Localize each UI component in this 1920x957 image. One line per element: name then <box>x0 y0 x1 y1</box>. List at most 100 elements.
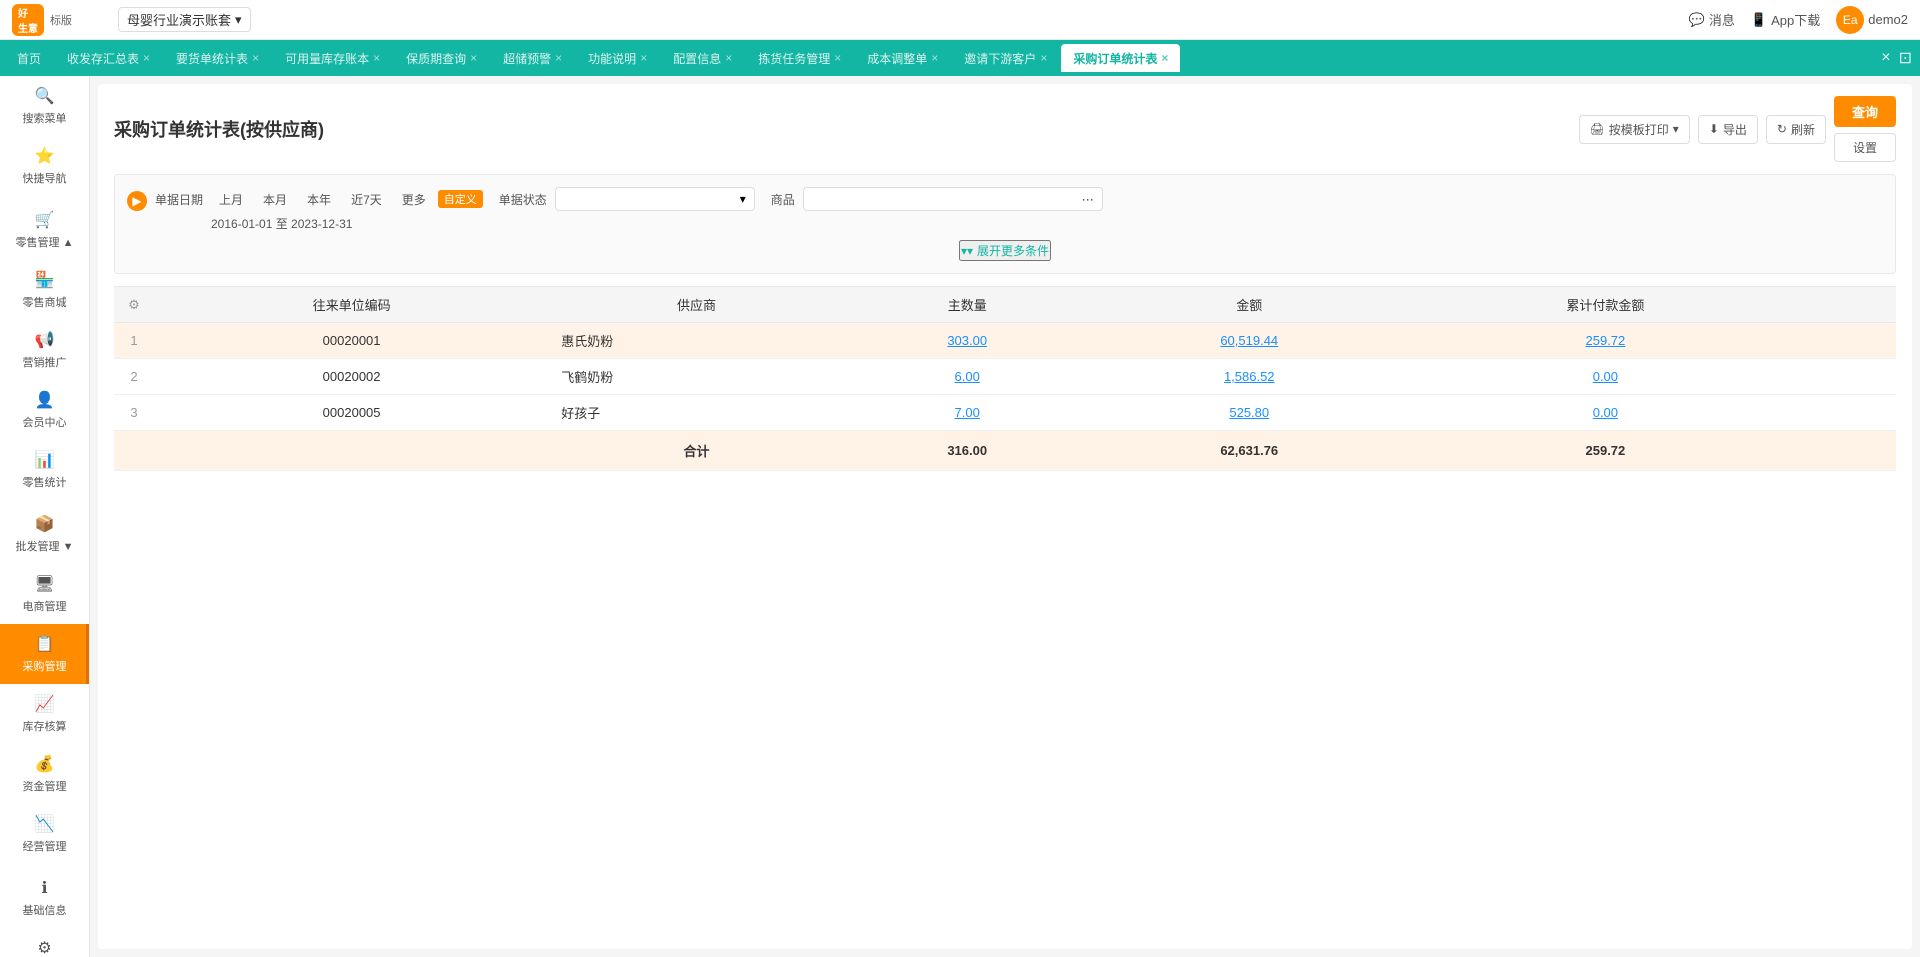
tab-invite-downstream[interactable]: 邀请下游客户 × <box>952 44 1059 72</box>
tab-pick-task[interactable]: 拣货任务管理 × <box>746 44 853 72</box>
retail-mgmt-icon: 🛒 <box>35 210 55 230</box>
table-body: 1 00020001 惠氏奶粉 303.00 60,519.44 259.72 … <box>114 323 1896 431</box>
sidebar-fund-mgmt-label: 资金管理 <box>23 778 67 794</box>
query-button[interactable]: 查询 <box>1834 96 1896 127</box>
tab-cost-adjust-close[interactable]: × <box>931 51 938 65</box>
status-select[interactable]: ▾ <box>555 187 755 211</box>
tab-config-info[interactable]: 配置信息 × <box>661 44 744 72</box>
row-paid[interactable]: 0.00 <box>1408 395 1803 431</box>
tab-invite-downstream-close[interactable]: × <box>1040 51 1047 65</box>
export-label: 导出 <box>1723 121 1747 138</box>
tab-function-desc-close[interactable]: × <box>640 51 647 65</box>
tab-purchase-summary-close[interactable]: × <box>1161 51 1168 65</box>
goods-input[interactable]: ··· <box>803 187 1103 211</box>
tab-maximize-button[interactable]: ⊡ <box>1899 48 1912 68</box>
footer-amount: 62,631.76 <box>1091 431 1408 471</box>
sidebar-item-quick-nav[interactable]: ⭐ 快捷导航 <box>0 136 89 196</box>
tab-bar: 首页 收发存汇总表 × 要货单统计表 × 可用量库存账本 × 保质期查询 × 超… <box>0 40 1920 76</box>
goods-filter-label: 商品 <box>771 191 795 208</box>
tab-overstock-alert-close[interactable]: × <box>555 51 562 65</box>
sidebar-item-search[interactable]: 🔍 搜索菜单 <box>0 76 89 136</box>
sidebar-item-wholesale-mgmt[interactable]: 📦 批发管理 ▼ <box>0 504 89 564</box>
sidebar-item-retail-stats[interactable]: 📊 零售统计 <box>0 440 89 500</box>
sidebar-retail-mgmt-label: 零售管理 ▲ <box>16 234 74 250</box>
app-download-icon: 📱 <box>1751 12 1767 28</box>
sidebar-stock-check-label: 库存核算 <box>23 718 67 734</box>
expand-conditions-button[interactable]: ▾▾ 展开更多条件 <box>959 240 1051 261</box>
tab-purchase-summary[interactable]: 采购订单统计表 × <box>1061 44 1180 72</box>
sidebar-item-ecommerce[interactable]: 🖥 电商管理 <box>0 564 89 624</box>
tab-overstock-alert[interactable]: 超储预警 × <box>491 44 574 72</box>
table-row: 3 00020005 好孩子 7.00 525.80 0.00 <box>114 395 1896 431</box>
sidebar-item-basic-info[interactable]: ℹ 基础信息 <box>0 868 89 928</box>
row-amount[interactable]: 60,519.44 <box>1091 323 1408 359</box>
footer-empty-1 <box>114 431 154 471</box>
tab-purchase-summary-label: 采购订单统计表 <box>1073 50 1157 67</box>
tab-expiry-query-close[interactable]: × <box>470 51 477 65</box>
tab-home[interactable]: 首页 <box>5 44 53 72</box>
tab-goods-summary-close[interactable]: × <box>252 51 259 65</box>
tab-receipt-summary-close[interactable]: × <box>143 51 150 65</box>
user-menu[interactable]: Ea demo2 <box>1836 6 1908 34</box>
date-btn-7days[interactable]: 近7天 <box>343 189 390 210</box>
row-supplier: 飞鹤奶粉 <box>549 359 843 395</box>
tab-cost-adjust[interactable]: 成本调整单 × <box>855 44 950 72</box>
filter-bar: ▶ 单据日期 上月 本月 本年 近7天 更多 <box>114 174 1896 274</box>
date-btn-this-month[interactable]: 本月 <box>255 189 295 210</box>
tab-receipt-summary[interactable]: 收发存汇总表 × <box>55 44 162 72</box>
gear-icon[interactable]: ⚙ <box>128 297 140 312</box>
tab-function-desc[interactable]: 功能说明 × <box>576 44 659 72</box>
date-btn-more[interactable]: 更多 <box>394 189 434 210</box>
header-actions: 🖨 按模板打印 ▾ ⬇ 导出 ↻ 刷新 查询 设置 <box>1579 96 1896 162</box>
print-icon: 🖨 <box>1590 122 1605 136</box>
sidebar-item-ops-mgmt[interactable]: 📉 经营管理 <box>0 804 89 864</box>
workspace-selector[interactable]: 母婴行业演示账套 ▾ <box>118 7 251 32</box>
status-select-chevron: ▾ <box>740 192 746 206</box>
user-label: demo2 <box>1868 12 1908 27</box>
date-btn-this-year[interactable]: 本年 <box>299 189 339 210</box>
refresh-label: 刷新 <box>1791 121 1815 138</box>
quick-nav-icon: ⭐ <box>35 146 55 166</box>
table-header-empty <box>1803 287 1896 323</box>
settings-button[interactable]: 设置 <box>1834 133 1896 162</box>
row-quantity[interactable]: 303.00 <box>844 323 1091 359</box>
row-paid[interactable]: 259.72 <box>1408 323 1803 359</box>
sidebar-item-sys-mgmt[interactable]: ⚙ 系统管理 <box>0 928 89 957</box>
main-layout: 🔍 搜索菜单 ⭐ 快捷导航 🛒 零售管理 ▲ 🏪 零售商城 📢 营销推广 👤 会… <box>0 76 1920 957</box>
tab-close-all-button[interactable]: × <box>1881 49 1890 67</box>
table-footer: 合计 316.00 62,631.76 259.72 <box>114 431 1896 471</box>
filter-collapse-button[interactable]: ▶ <box>127 191 147 211</box>
sidebar-item-retail-shop[interactable]: 🏪 零售商城 <box>0 260 89 320</box>
sidebar-item-marketing[interactable]: 📢 营销推广 <box>0 320 89 380</box>
sidebar-item-fund-mgmt[interactable]: 💰 资金管理 <box>0 744 89 804</box>
export-button[interactable]: ⬇ 导出 <box>1698 115 1758 144</box>
message-button[interactable]: 💬 消息 <box>1689 10 1735 29</box>
tab-available-stock-close[interactable]: × <box>373 51 380 65</box>
row-quantity[interactable]: 7.00 <box>844 395 1091 431</box>
refresh-button[interactable]: ↻ 刷新 <box>1766 115 1826 144</box>
print-chevron-icon: ▾ <box>1673 122 1679 136</box>
sidebar-item-member-center[interactable]: 👤 会员中心 <box>0 380 89 440</box>
row-amount[interactable]: 1,586.52 <box>1091 359 1408 395</box>
tab-config-info-label: 配置信息 <box>673 50 721 67</box>
tab-config-info-close[interactable]: × <box>725 51 732 65</box>
sidebar-item-retail-mgmt[interactable]: 🛒 零售管理 ▲ <box>0 200 89 260</box>
sys-mgmt-icon: ⚙ <box>37 938 51 957</box>
expand-chevron-icon: ▾▾ <box>961 244 973 258</box>
tab-available-stock[interactable]: 可用量库存账本 × <box>273 44 392 72</box>
row-quantity[interactable]: 6.00 <box>844 359 1091 395</box>
row-amount[interactable]: 525.80 <box>1091 395 1408 431</box>
tab-goods-summary[interactable]: 要货单统计表 × <box>164 44 271 72</box>
print-button[interactable]: 🖨 按模板打印 ▾ <box>1579 115 1690 144</box>
logo-area: 好生意 标版 <box>12 4 102 36</box>
tab-expiry-query[interactable]: 保质期查询 × <box>394 44 489 72</box>
tab-overstock-alert-label: 超储预警 <box>503 50 551 67</box>
row-paid[interactable]: 0.00 <box>1408 359 1803 395</box>
sidebar-item-purchase-mgmt[interactable]: 📋 采购管理 <box>0 624 89 684</box>
status-filter-label: 单据状态 <box>499 191 547 208</box>
date-btn-last-month[interactable]: 上月 <box>211 189 251 210</box>
tab-pick-task-close[interactable]: × <box>834 51 841 65</box>
sidebar-item-stock-check[interactable]: 📈 库存核算 <box>0 684 89 744</box>
marketing-icon: 📢 <box>35 330 55 350</box>
app-download-button[interactable]: 📱 App下载 <box>1751 10 1820 29</box>
